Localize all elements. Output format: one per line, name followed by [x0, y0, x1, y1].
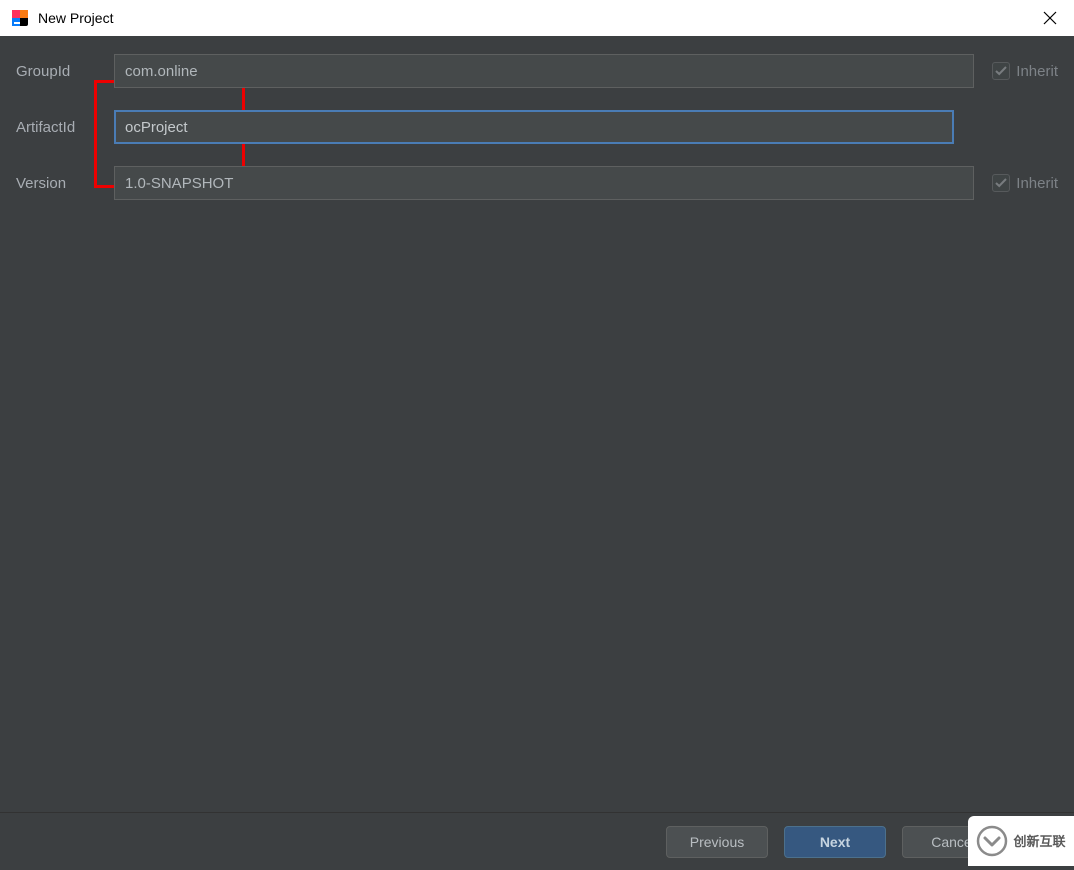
version-input[interactable] — [114, 166, 974, 200]
group-id-label: GroupId — [16, 63, 114, 80]
version-label: Version — [16, 175, 114, 192]
version-inherit-checkbox[interactable] — [992, 174, 1010, 192]
close-icon[interactable] — [1038, 6, 1062, 30]
version-row: Version Inherit — [16, 166, 1058, 200]
artifact-id-input[interactable] — [114, 110, 954, 144]
group-id-row: GroupId Inherit — [16, 54, 1058, 88]
artifact-id-row: ArtifactId — [16, 110, 1058, 144]
group-id-inherit-label: Inherit — [1016, 63, 1058, 80]
previous-button[interactable]: Previous — [666, 826, 768, 858]
window-title: New Project — [38, 10, 113, 26]
main-panel: GroupId Inherit ArtifactId Version Inher… — [0, 36, 1074, 870]
button-bar: Previous Next Cancel — [0, 812, 1074, 870]
group-id-inherit: Inherit — [992, 62, 1058, 80]
watermark: 创新互联 — [968, 816, 1074, 866]
version-inherit: Inherit — [992, 174, 1058, 192]
group-id-inherit-checkbox[interactable] — [992, 62, 1010, 80]
watermark-logo-icon — [976, 825, 1008, 857]
titlebar: New Project — [0, 0, 1074, 36]
watermark-text: 创新互联 — [1013, 835, 1065, 848]
intellij-icon — [10, 8, 30, 28]
group-id-input[interactable] — [114, 54, 974, 88]
version-inherit-label: Inherit — [1016, 175, 1058, 192]
next-button[interactable]: Next — [784, 826, 886, 858]
artifact-id-label: ArtifactId — [16, 119, 114, 136]
